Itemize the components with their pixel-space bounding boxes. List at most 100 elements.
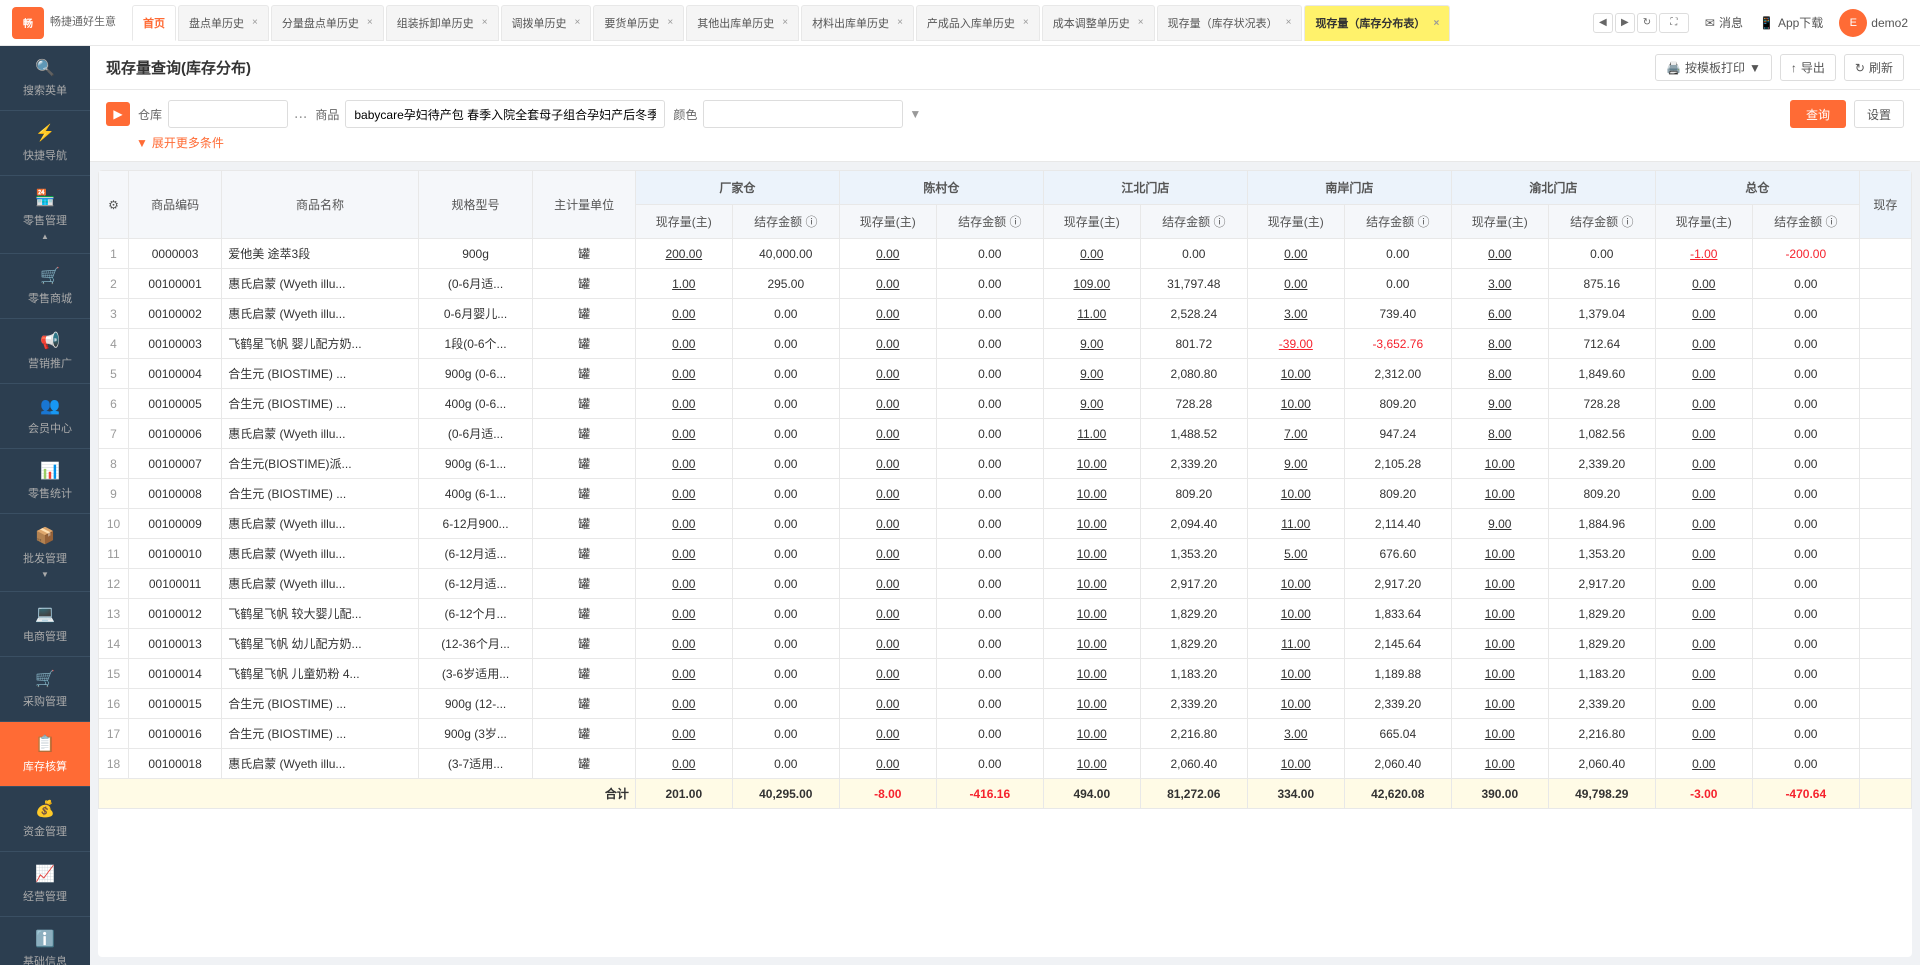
row-naqty[interactable]: 10.00 (1247, 599, 1344, 629)
row-jbqty[interactable]: 109.00 (1043, 269, 1140, 299)
warehouse-ellipsis[interactable]: ... (294, 106, 307, 122)
row-naqty[interactable]: 11.00 (1247, 509, 1344, 539)
row-tqty[interactable]: -1.00 (1655, 239, 1752, 269)
sidebar-item-ops[interactable]: 📈 经营管理 (0, 852, 90, 917)
row-fqty[interactable]: 0.00 (635, 389, 732, 419)
sidebar-item-search[interactable]: 🔍 搜索英单 (0, 46, 90, 111)
color-dropdown[interactable]: ▼ (909, 107, 921, 121)
row-tqty[interactable]: 0.00 (1655, 749, 1752, 779)
row-ybqty[interactable]: 8.00 (1451, 419, 1548, 449)
user-area[interactable]: E demo2 (1839, 9, 1908, 37)
row-lqty[interactable]: 0.00 (839, 629, 936, 659)
row-lqty[interactable]: 0.00 (839, 479, 936, 509)
sidebar-item-member[interactable]: 👥 会员中心 (0, 384, 90, 449)
color-input[interactable] (703, 100, 903, 128)
row-fqty[interactable]: 0.00 (635, 329, 732, 359)
row-tqty[interactable]: 0.00 (1655, 299, 1752, 329)
row-lqty[interactable]: 0.00 (839, 419, 936, 449)
sidebar-item-inventory[interactable]: 📋 库存核算 (0, 722, 90, 787)
app-download-btn[interactable]: 📱 App下载 (1759, 14, 1823, 31)
row-lqty[interactable]: 0.00 (839, 569, 936, 599)
row-ybqty[interactable]: 3.00 (1451, 269, 1548, 299)
row-jbqty[interactable]: 10.00 (1043, 569, 1140, 599)
sidebar-item-mall[interactable]: 🛒 零售商城 (0, 254, 90, 319)
row-ybqty[interactable]: 10.00 (1451, 689, 1548, 719)
row-naqty[interactable]: -39.00 (1247, 329, 1344, 359)
row-naqty[interactable]: 10.00 (1247, 659, 1344, 689)
row-ybqty[interactable]: 10.00 (1451, 449, 1548, 479)
setting-button[interactable]: 设置 (1854, 100, 1904, 128)
row-lqty[interactable]: 0.00 (839, 329, 936, 359)
row-ybqty[interactable]: 10.00 (1451, 659, 1548, 689)
tab-2[interactable]: 分量盘点单历史 × (271, 5, 384, 41)
row-ybqty[interactable]: 10.00 (1451, 749, 1548, 779)
row-lqty[interactable]: 0.00 (839, 359, 936, 389)
row-tqty[interactable]: 0.00 (1655, 599, 1752, 629)
nav-refresh[interactable]: ↻ (1637, 13, 1657, 33)
sidebar-item-base[interactable]: ℹ️ 基础信息 (0, 917, 90, 965)
row-lqty[interactable]: 0.00 (839, 449, 936, 479)
row-naqty[interactable]: 3.00 (1247, 299, 1344, 329)
row-fqty[interactable]: 0.00 (635, 569, 732, 599)
row-fqty[interactable]: 0.00 (635, 749, 732, 779)
tab-home[interactable]: 首页 (132, 5, 176, 41)
row-lqty[interactable]: 0.00 (839, 389, 936, 419)
row-tqty[interactable]: 0.00 (1655, 689, 1752, 719)
row-tqty[interactable]: 0.00 (1655, 569, 1752, 599)
row-tqty[interactable]: 0.00 (1655, 719, 1752, 749)
row-jbqty[interactable]: 10.00 (1043, 749, 1140, 779)
sidebar-item-ecom[interactable]: 💻 电商管理 (0, 592, 90, 657)
row-jbqty[interactable]: 11.00 (1043, 419, 1140, 449)
sidebar-item-finance[interactable]: 💰 资金管理 (0, 787, 90, 852)
row-lqty[interactable]: 0.00 (839, 599, 936, 629)
row-naqty[interactable]: 10.00 (1247, 749, 1344, 779)
row-tqty[interactable]: 0.00 (1655, 479, 1752, 509)
row-jbqty[interactable]: 10.00 (1043, 449, 1140, 479)
row-jbqty[interactable]: 10.00 (1043, 719, 1140, 749)
warehouse-input[interactable] (168, 100, 288, 128)
row-tqty[interactable]: 0.00 (1655, 389, 1752, 419)
row-tqty[interactable]: 0.00 (1655, 509, 1752, 539)
row-tqty[interactable]: 0.00 (1655, 659, 1752, 689)
row-ybqty[interactable]: 9.00 (1451, 509, 1548, 539)
row-ybqty[interactable]: 10.00 (1451, 539, 1548, 569)
row-tqty[interactable]: 0.00 (1655, 269, 1752, 299)
row-ybqty[interactable]: 10.00 (1451, 599, 1548, 629)
tab-10[interactable]: 现存量（库存状况表） × (1157, 5, 1303, 41)
row-naqty[interactable]: 0.00 (1247, 239, 1344, 269)
row-fqty[interactable]: 0.00 (635, 689, 732, 719)
row-ybqty[interactable]: 6.00 (1451, 299, 1548, 329)
row-fqty[interactable]: 0.00 (635, 419, 732, 449)
nav-prev[interactable]: ◀ (1593, 13, 1613, 33)
row-jbqty[interactable]: 10.00 (1043, 599, 1140, 629)
row-naqty[interactable]: 10.00 (1247, 389, 1344, 419)
row-jbqty[interactable]: 9.00 (1043, 359, 1140, 389)
tab-8[interactable]: 产成品入库单历史 × (916, 5, 1040, 41)
row-tqty[interactable]: 0.00 (1655, 539, 1752, 569)
row-ybqty[interactable]: 10.00 (1451, 569, 1548, 599)
row-fqty[interactable]: 0.00 (635, 479, 732, 509)
tab-1[interactable]: 盘点单历史 × (178, 5, 269, 41)
row-ybqty[interactable]: 0.00 (1451, 239, 1548, 269)
row-ybqty[interactable]: 8.00 (1451, 329, 1548, 359)
expand-conditions-btn[interactable]: ▼ 展开更多条件 (136, 134, 224, 151)
row-lqty[interactable]: 0.00 (839, 239, 936, 269)
row-lqty[interactable]: 0.00 (839, 749, 936, 779)
row-lqty[interactable]: 0.00 (839, 269, 936, 299)
sidebar-item-retail-stat[interactable]: 📊 零售统计 (0, 449, 90, 514)
tab-4[interactable]: 调拨单历史 × (501, 5, 592, 41)
export-btn[interactable]: ↑ 导出 (1780, 54, 1836, 81)
row-fqty[interactable]: 0.00 (635, 719, 732, 749)
row-fqty[interactable]: 0.00 (635, 629, 732, 659)
row-ybqty[interactable]: 9.00 (1451, 389, 1548, 419)
row-fqty[interactable]: 0.00 (635, 599, 732, 629)
row-jbqty[interactable]: 10.00 (1043, 659, 1140, 689)
row-tqty[interactable]: 0.00 (1655, 629, 1752, 659)
tab-5[interactable]: 要货单历史 × (593, 5, 684, 41)
row-jbqty[interactable]: 11.00 (1043, 299, 1140, 329)
row-jbqty[interactable]: 9.00 (1043, 389, 1140, 419)
row-lqty[interactable]: 0.00 (839, 689, 936, 719)
tab-7[interactable]: 材料出库单历史 × (801, 5, 914, 41)
message-btn[interactable]: ✉ 消息 (1705, 14, 1743, 31)
query-button[interactable]: 查询 (1790, 100, 1846, 128)
